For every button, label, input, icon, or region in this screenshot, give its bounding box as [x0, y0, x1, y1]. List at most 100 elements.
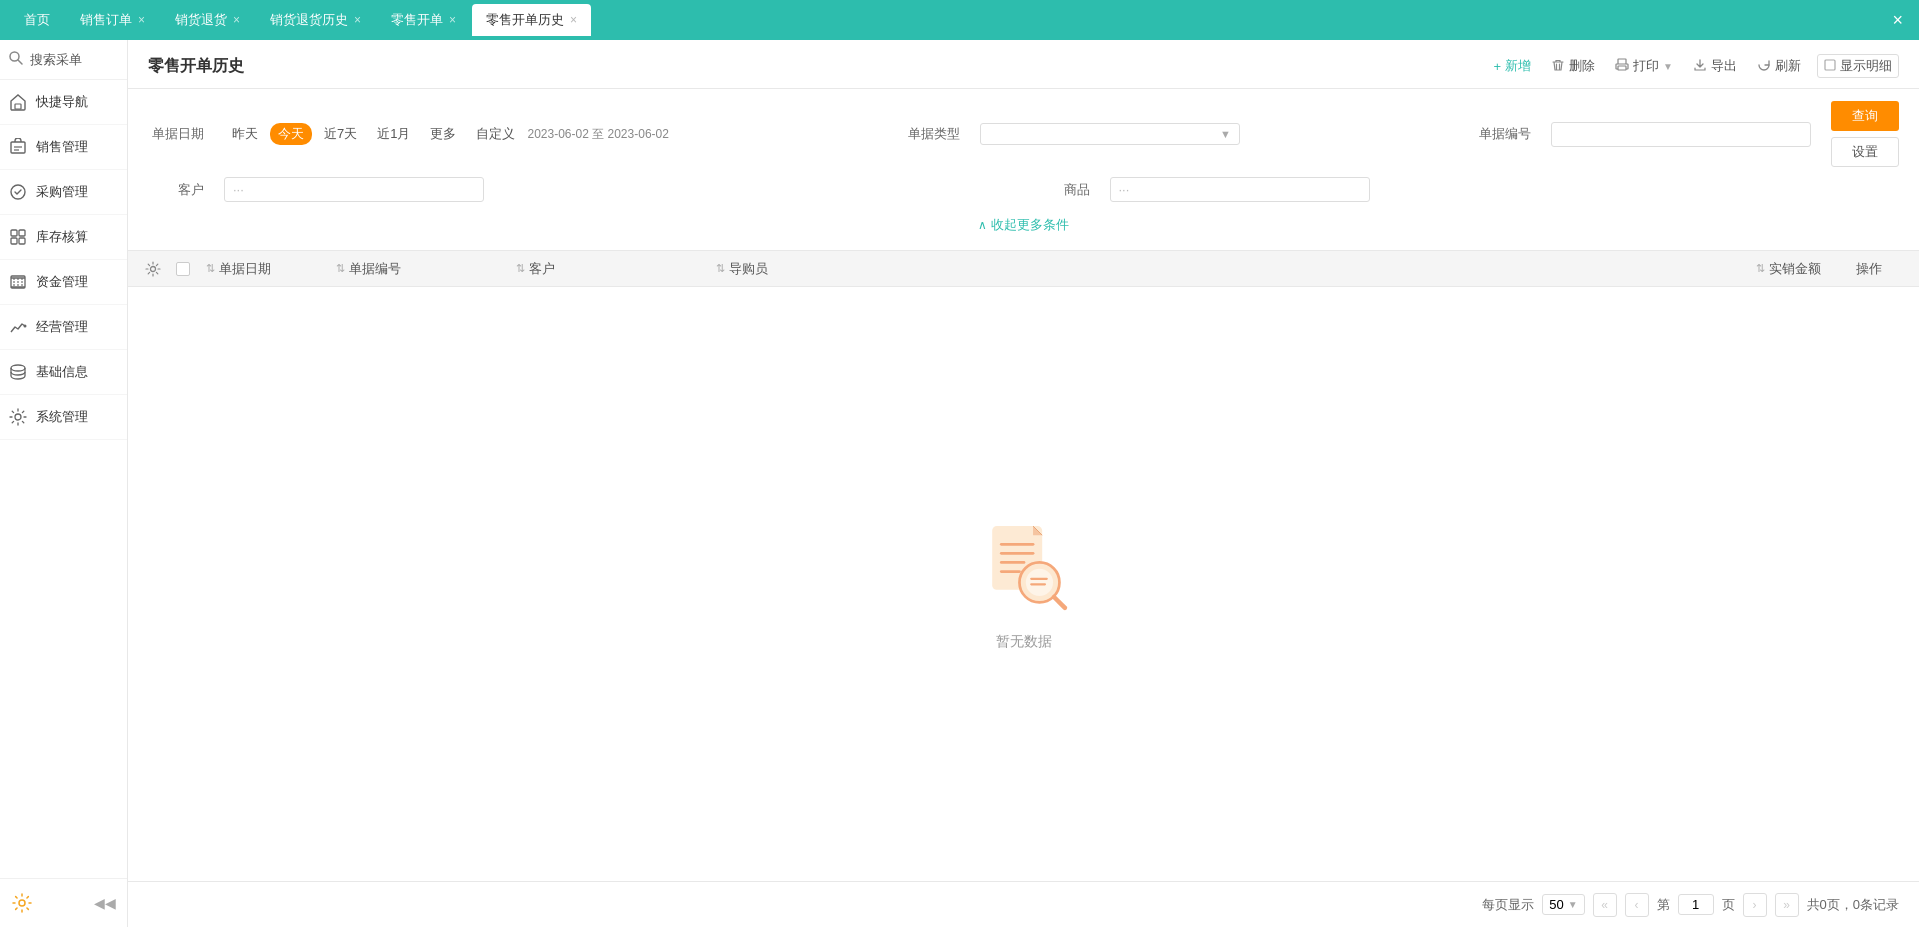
tab-sales-return[interactable]: 销货退货 × [161, 4, 254, 36]
last-page-btn[interactable]: » [1775, 893, 1799, 917]
date-btn-more[interactable]: 更多 [422, 123, 464, 145]
collapse-more-btn[interactable]: ∧ 收起更多条件 [148, 212, 1899, 238]
table-header: ⇅ 单据日期 ⇅ 单据编号 ⇅ 客户 ⇅ 导购员 ⇅ 实销金额 [128, 251, 1919, 287]
table-area: ⇅ 单据日期 ⇅ 单据编号 ⇅ 客户 ⇅ 导购员 ⇅ 实销金额 [128, 251, 1919, 927]
table-select-all-checkbox[interactable] [168, 262, 198, 276]
prev-page-btn[interactable]: ‹ [1625, 893, 1649, 917]
th-guide-label: 导购员 [729, 260, 768, 278]
sidebar-item-sales-mgmt-label: 销售管理 [36, 138, 88, 156]
th-amount[interactable]: ⇅ 实销金额 [1709, 260, 1829, 278]
refresh-label: 刷新 [1775, 57, 1801, 75]
svg-point-13 [11, 365, 25, 371]
top-bar: 首页 销售订单 × 销货退货 × 销货退货历史 × 零售开单 × 零售开单历史 … [0, 0, 1919, 40]
tab-sales-return-history[interactable]: 销货退货历史 × [256, 4, 375, 36]
print-button[interactable]: 打印 ▼ [1611, 55, 1677, 77]
product-input[interactable]: ··· [1110, 177, 1370, 202]
page-prefix-label: 第 [1657, 896, 1670, 914]
collapse-more-label: 收起更多条件 [991, 216, 1069, 234]
date-btn-custom[interactable]: 自定义 [468, 123, 523, 145]
date-btn-last7[interactable]: 近7天 [316, 123, 365, 145]
display-columns-label: 显示明细 [1840, 57, 1892, 75]
table-settings-icon[interactable] [138, 261, 168, 277]
date-btn-yesterday[interactable]: 昨天 [224, 123, 266, 145]
export-button[interactable]: 导出 [1689, 55, 1741, 77]
tab-sales-order-label: 销售订单 [80, 11, 132, 29]
next-page-btn[interactable]: › [1743, 893, 1767, 917]
checkbox-icon [1824, 59, 1836, 74]
tab-retail-open-label: 零售开单 [391, 11, 443, 29]
top-bar-close-area: × [1886, 8, 1909, 33]
svg-point-12 [24, 325, 27, 328]
add-button[interactable]: + 新增 [1490, 55, 1536, 77]
collapse-arrow-icon[interactable]: ◀◀ [91, 889, 119, 917]
tab-sales-order-close[interactable]: × [138, 13, 145, 27]
tab-home[interactable]: 首页 [10, 4, 64, 36]
svg-point-19 [151, 266, 156, 271]
query-button[interactable]: 查询 [1831, 101, 1899, 131]
sidebar-item-sales-mgmt[interactable]: 销售管理 [0, 125, 127, 170]
sidebar-item-sys-mgmt[interactable]: 系统管理 [0, 395, 127, 440]
search-icon [8, 50, 24, 69]
display-columns-button[interactable]: 显示明细 [1817, 54, 1899, 78]
filter-row-1: 单据日期 昨天 今天 近7天 近1月 更多 自定义 2023-06-02 至 2… [148, 101, 1899, 167]
sidebar-item-sys-mgmt-label: 系统管理 [36, 408, 88, 426]
svg-rect-18 [1825, 60, 1835, 70]
product-ellipsis: ··· [1119, 182, 1130, 197]
th-guide[interactable]: ⇅ 导购员 [708, 260, 828, 278]
page-number-input[interactable] [1678, 894, 1714, 915]
biz-icon [8, 317, 28, 337]
tab-sales-return-history-close[interactable]: × [354, 13, 361, 27]
total-info: 共0页，0条记录 [1807, 896, 1899, 914]
add-label: 新增 [1505, 57, 1531, 75]
svg-rect-17 [1618, 66, 1626, 70]
settings-gear-icon[interactable] [8, 889, 36, 917]
th-guide-sort-icon: ⇅ [716, 262, 725, 275]
date-btn-last1month[interactable]: 近1月 [369, 123, 418, 145]
content-area: 零售开单历史 + 新增 删除 [128, 40, 1919, 927]
th-amount-label: 实销金额 [1769, 260, 1821, 278]
empty-text: 暂无数据 [996, 633, 1052, 651]
tab-retail-open[interactable]: 零售开单 × [377, 4, 470, 36]
sidebar-search[interactable]: 搜索采单 [0, 40, 127, 80]
sidebar-item-quick-nav-label: 快捷导航 [36, 93, 88, 111]
sidebar-item-purchase-mgmt[interactable]: 采购管理 [0, 170, 127, 215]
page-suffix-label: 页 [1722, 896, 1735, 914]
tab-sales-order[interactable]: 销售订单 × [66, 4, 159, 36]
date-btn-today[interactable]: 今天 [270, 123, 312, 145]
filter-bar: 单据日期 昨天 今天 近7天 近1月 更多 自定义 2023-06-02 至 2… [128, 89, 1919, 251]
empty-state: 暂无数据 [128, 287, 1919, 881]
customer-input[interactable]: ··· [224, 177, 484, 202]
sidebar-item-base-info[interactable]: 基础信息 [0, 350, 127, 395]
tab-retail-open-history[interactable]: 零售开单历史 × [472, 4, 591, 36]
svg-rect-9 [11, 238, 17, 244]
tab-sales-return-close[interactable]: × [233, 13, 240, 27]
th-date[interactable]: ⇅ 单据日期 [198, 260, 328, 278]
window-close-btn[interactable]: × [1886, 8, 1909, 33]
th-customer-label: 客户 [529, 260, 555, 278]
sidebar-item-biz-mgmt[interactable]: 经营管理 [0, 305, 127, 350]
purchase-icon [8, 182, 28, 202]
th-amount-sort-icon: ⇅ [1756, 262, 1765, 275]
number-input[interactable] [1551, 122, 1811, 147]
refresh-button[interactable]: 刷新 [1753, 55, 1805, 77]
settings-button[interactable]: 设置 [1831, 137, 1899, 167]
th-number[interactable]: ⇅ 单据编号 [328, 260, 508, 278]
customer-label: 客户 [148, 181, 204, 199]
plus-icon: + [1494, 59, 1502, 74]
tab-retail-open-history-close[interactable]: × [570, 13, 577, 27]
date-range-display: 2023-06-02 至 2023-06-02 [527, 126, 668, 143]
sidebar-item-finance-mgmt[interactable]: 资金管理 [0, 260, 127, 305]
first-page-btn[interactable]: « [1593, 893, 1617, 917]
sidebar-item-finance-mgmt-label: 资金管理 [36, 273, 88, 291]
sidebar-item-inventory[interactable]: 库存核算 [0, 215, 127, 260]
type-select[interactable]: ▼ [980, 123, 1240, 145]
per-page-label: 每页显示 [1482, 896, 1534, 914]
delete-button[interactable]: 删除 [1547, 55, 1599, 77]
svg-point-15 [19, 900, 25, 906]
th-customer[interactable]: ⇅ 客户 [508, 260, 708, 278]
tab-retail-open-close[interactable]: × [449, 13, 456, 27]
page-title: 零售开单历史 [148, 56, 244, 77]
sidebar-item-quick-nav[interactable]: 快捷导航 [0, 80, 127, 125]
sidebar-item-inventory-label: 库存核算 [36, 228, 88, 246]
per-page-select[interactable]: 50 ▼ [1542, 894, 1584, 915]
